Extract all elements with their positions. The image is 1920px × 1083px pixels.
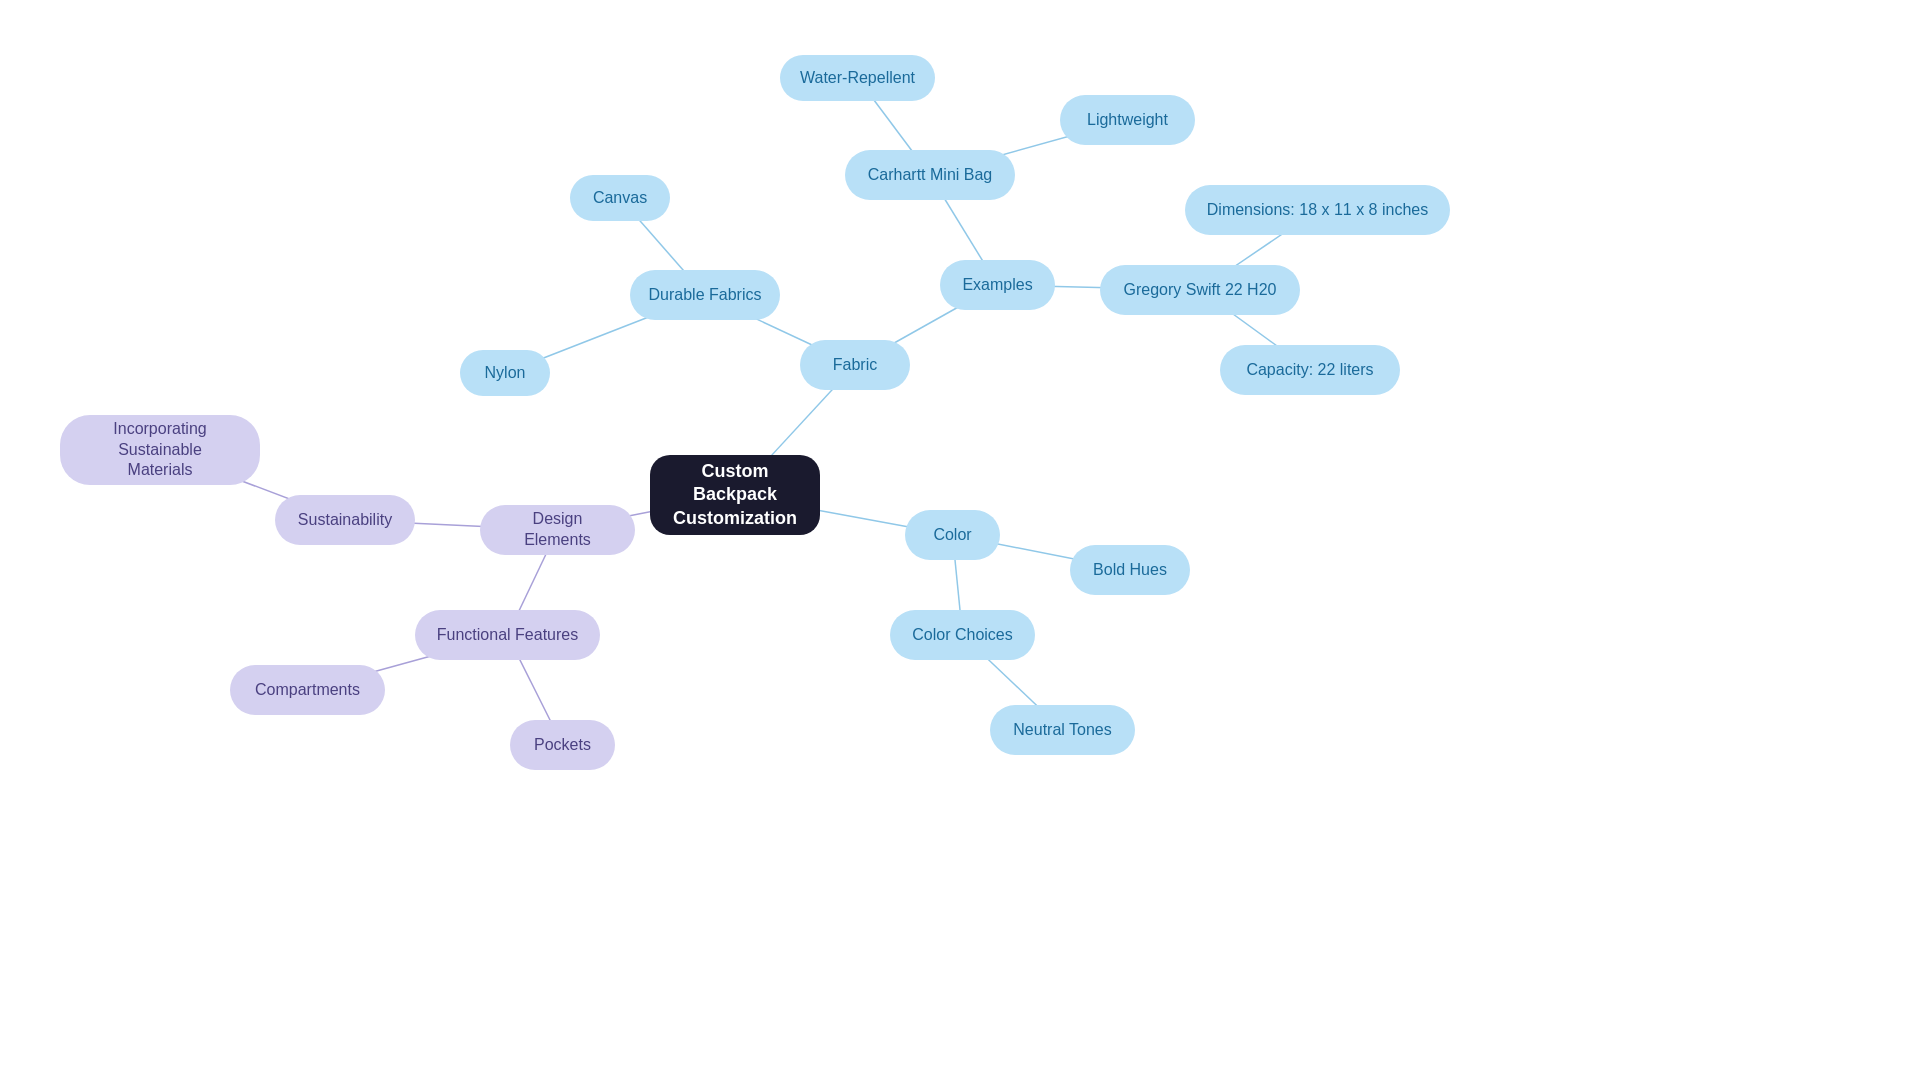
node-fabric: Fabric (800, 340, 910, 390)
node-capacity: Capacity: 22 liters (1220, 345, 1400, 395)
node-color: Color (905, 510, 1000, 560)
node-examples: Examples (940, 260, 1055, 310)
node-sustainability: Sustainability (275, 495, 415, 545)
node-boldHues: Bold Hues (1070, 545, 1190, 595)
node-dimensions: Dimensions: 18 x 11 x 8 inches (1185, 185, 1450, 235)
node-gregorSwift: Gregory Swift 22 H20 (1100, 265, 1300, 315)
node-neutralTones: Neutral Tones (990, 705, 1135, 755)
node-waterRepellent: Water-Repellent (780, 55, 935, 101)
node-incorporatingSustainable: Incorporating SustainableMaterials (60, 415, 260, 485)
node-compartments: Compartments (230, 665, 385, 715)
node-lightweight: Lightweight (1060, 95, 1195, 145)
node-center: Custom BackpackCustomization (650, 455, 820, 535)
node-pockets: Pockets (510, 720, 615, 770)
node-carharttMiniBag: Carhartt Mini Bag (845, 150, 1015, 200)
node-designElements: Design Elements (480, 505, 635, 555)
node-colorChoices: Color Choices (890, 610, 1035, 660)
node-nylon: Nylon (460, 350, 550, 396)
node-durableFabrics: Durable Fabrics (630, 270, 780, 320)
node-canvas: Canvas (570, 175, 670, 221)
node-functionalFeatures: Functional Features (415, 610, 600, 660)
